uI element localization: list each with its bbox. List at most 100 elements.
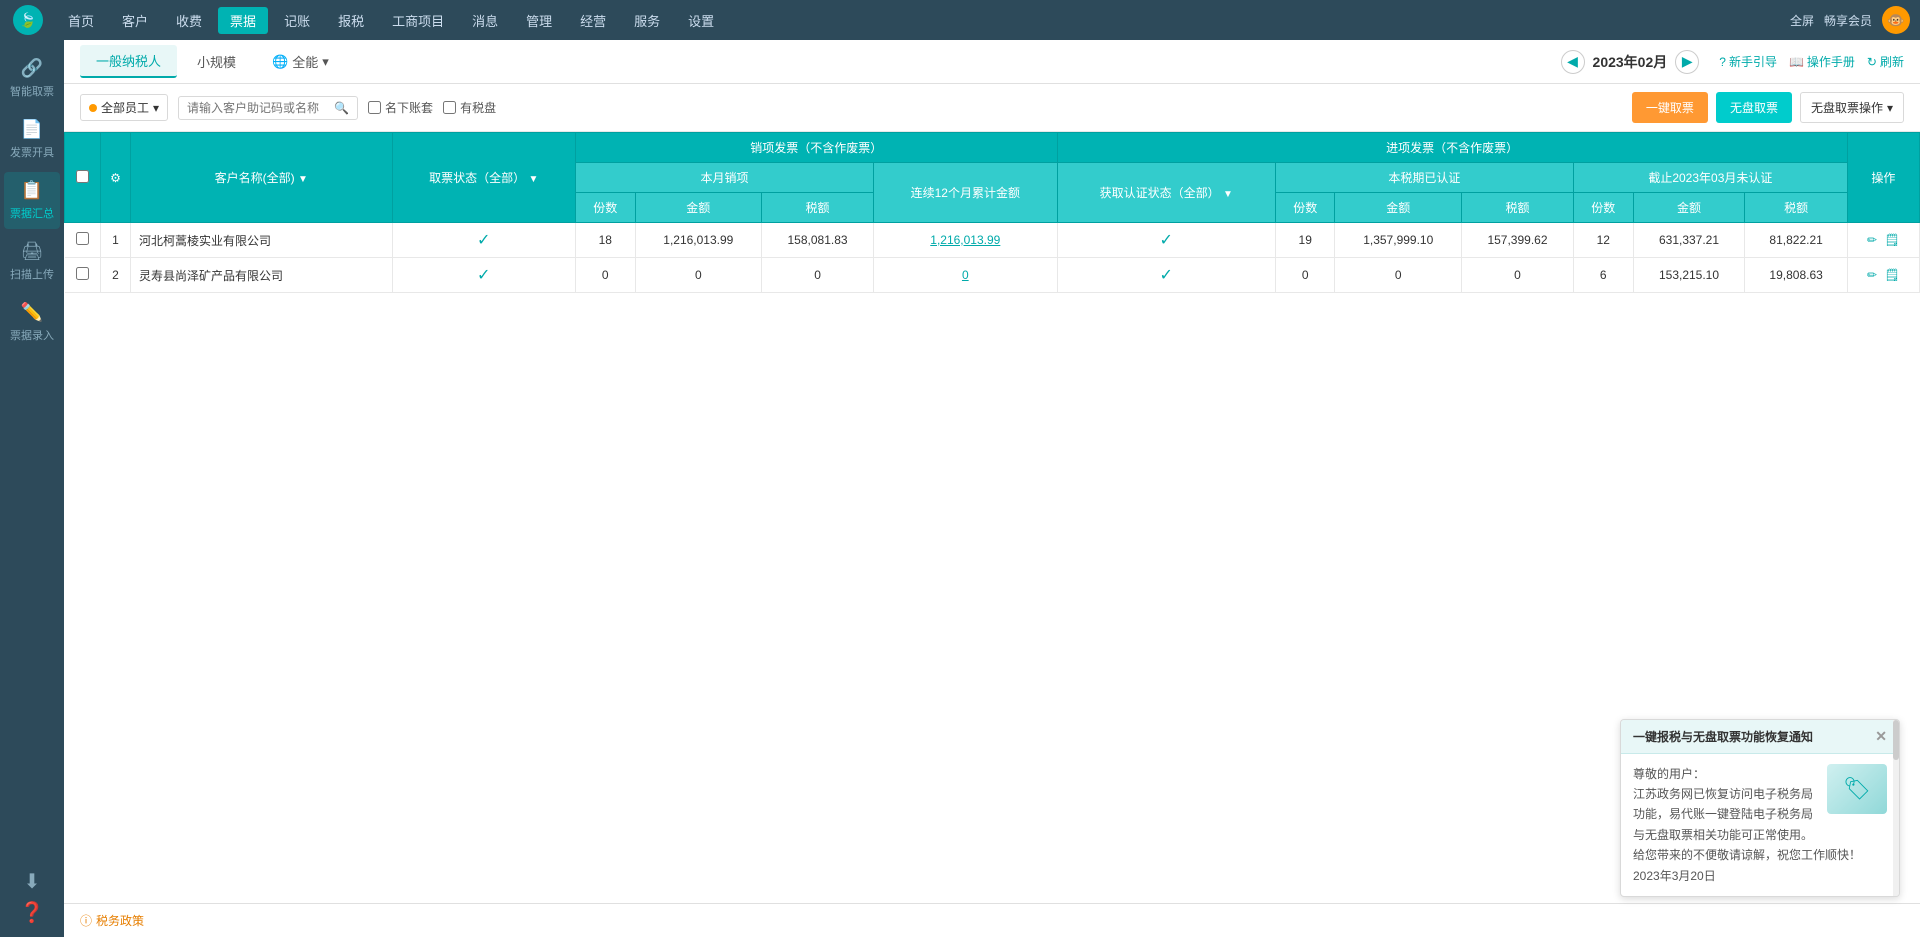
notification-scrollbar[interactable] — [1893, 720, 1899, 896]
nav-item-客户[interactable]: 客户 — [110, 7, 160, 34]
nav-item-工商项目[interactable]: 工商项目 — [380, 7, 456, 34]
download-checkbox[interactable] — [368, 101, 381, 114]
tab-all[interactable]: 🌐 全能 ▾ — [256, 46, 345, 77]
sidebar-help-icon[interactable]: ❓ — [20, 900, 45, 925]
tax-disk-checkbox[interactable] — [443, 101, 456, 114]
notification-popup: 一键报税与无盘取票功能恢复通知 ✕ 🏷 尊敬的用户：江苏政务网已恢复访问电子税务… — [1620, 719, 1900, 897]
scrollbar-thumb — [1893, 720, 1899, 760]
svg-text:🍃: 🍃 — [19, 11, 36, 29]
sidebar-item-扫描上传[interactable]: 🖨扫描上传 — [4, 233, 60, 290]
sidebar-icon: 🔗 — [21, 58, 43, 79]
th-cert-status: 获取认证状态（全部） ▼ — [1057, 163, 1275, 223]
notification-image: 🏷 — [1827, 764, 1887, 814]
notification-line: 2023年3月20日 — [1633, 866, 1887, 886]
search-icon[interactable]: 🔍 — [334, 101, 349, 115]
status-icon: ✓ — [477, 232, 490, 249]
tax-disk-filter[interactable]: 有税盘 — [443, 99, 496, 116]
manual-btn[interactable]: 📖 操作手册 — [1789, 53, 1855, 70]
download-filter[interactable]: 名下账套 — [368, 99, 433, 116]
row-cert-status: ✓ — [1057, 258, 1275, 293]
row-num: 1 — [101, 223, 131, 258]
app-logo: 🍃 — [10, 2, 46, 38]
nav-item-首页[interactable]: 首页 — [56, 7, 106, 34]
th-sales-pieces: 份数 — [575, 193, 635, 223]
sidebar-download-icon[interactable]: ⬇ — [24, 869, 41, 894]
tax-policy-label[interactable]: 税务政策 — [96, 912, 144, 929]
nav-item-记账[interactable]: 记账 — [272, 7, 322, 34]
th-uncert-amount: 金额 — [1633, 193, 1745, 223]
th-checkbox — [65, 133, 101, 223]
nav-item-经营[interactable]: 经营 — [568, 7, 618, 34]
nav-item-设置[interactable]: 设置 — [676, 7, 726, 34]
toolbar-right: 一键取票 无盘取票 无盘取票操作 ▾ — [1632, 92, 1904, 123]
th-month-sales: 本月销项 — [575, 163, 873, 193]
row-checkbox[interactable] — [76, 232, 89, 245]
user-avatar[interactable]: 🐵 — [1882, 6, 1910, 34]
search-input[interactable] — [187, 101, 330, 115]
tax-policy-icon: ⓘ — [80, 912, 92, 929]
row-pur-tax: 157,399.62 — [1462, 223, 1574, 258]
notification-title: 一键报税与无盘取票功能恢复通知 — [1633, 728, 1813, 745]
tab-actions: ? 新手引导 📖 操作手册 ↻ 刷新 — [1719, 53, 1904, 70]
consec-link[interactable]: 1,216,013.99 — [930, 233, 1000, 247]
th-settings: ⚙ — [101, 133, 131, 223]
row-checkbox[interactable] — [76, 267, 89, 280]
row-num: 2 — [101, 258, 131, 293]
one-click-btn[interactable]: 一键取票 — [1632, 92, 1708, 123]
no-disk-op-btn[interactable]: 无盘取票操作 ▾ — [1800, 92, 1904, 123]
refresh-btn[interactable]: ↻ 刷新 — [1867, 53, 1904, 70]
notification-body: 🏷 尊敬的用户：江苏政务网已恢复访问电子税务局功能，易代账一键登陆电子税务局与无… — [1621, 754, 1899, 896]
consec-link[interactable]: 0 — [962, 268, 969, 282]
view-btn[interactable]: 🗒 — [1884, 268, 1899, 282]
new-guide-btn[interactable]: ? 新手引导 — [1719, 53, 1777, 70]
notification-line: 给您带来的不便敬请谅解，祝您工作顺快！ — [1633, 845, 1887, 865]
member-btn[interactable]: 畅享会员 — [1824, 12, 1872, 29]
period-nav: ◀ 2023年02月 ▶ — [1561, 50, 1700, 74]
row-status: ✓ — [392, 223, 575, 258]
sidebar-item-票据录入[interactable]: ✏️票据录入 — [4, 294, 60, 351]
footer-bar: ⓘ 税务政策 — [64, 903, 1920, 937]
table-row: 1 河北柯蒿棱实业有限公司 ✓ 18 1,216,013.99 158,081.… — [65, 223, 1920, 258]
employee-filter[interactable]: 全部员工 ▾ — [80, 94, 168, 121]
th-uncert-tax: 税额 — [1745, 193, 1847, 223]
row-sales-amount: 0 — [635, 258, 762, 293]
tab-general-taxpayer[interactable]: 一般纳税人 — [80, 45, 177, 78]
no-disk-btn[interactable]: 无盘取票 — [1716, 92, 1792, 123]
tab-small-scale[interactable]: 小规模 — [181, 46, 252, 77]
fullscreen-btn[interactable]: 全屏 — [1790, 12, 1814, 29]
th-pur-tax: 税额 — [1462, 193, 1574, 223]
row-ops: ✏ 🗒 — [1847, 258, 1919, 293]
tab-dropdown-icon: ▾ — [322, 54, 329, 70]
sidebar-item-智能取票[interactable]: 🔗智能取票 — [4, 50, 60, 107]
view-btn[interactable]: 🗒 — [1884, 233, 1899, 247]
nav-item-服务[interactable]: 服务 — [622, 7, 672, 34]
row-pur-pieces: 0 — [1275, 258, 1335, 293]
nav-item-报税[interactable]: 报税 — [326, 7, 376, 34]
period-next-btn[interactable]: ▶ — [1675, 50, 1699, 74]
th-purchase-header: 进项发票（不含作废票） — [1057, 133, 1847, 163]
cert-status-icon: ✓ — [1160, 232, 1173, 249]
tab-small-label: 小规模 — [197, 52, 236, 71]
nav-item-收费[interactable]: 收费 — [164, 7, 214, 34]
edit-btn[interactable]: ✏ — [1867, 268, 1877, 282]
sidebar-icon: 📋 — [21, 180, 43, 201]
sidebar-item-票据汇总[interactable]: 📋票据汇总 — [4, 172, 60, 229]
row-pur-amount: 1,357,999.10 — [1335, 223, 1462, 258]
row-uncert-pieces: 6 — [1573, 258, 1633, 293]
period-prev-btn[interactable]: ◀ — [1561, 50, 1585, 74]
notification-close-btn[interactable]: ✕ — [1875, 728, 1887, 745]
row-customer: 灵寿县尚泽矿产品有限公司 — [131, 258, 393, 293]
nav-item-票据[interactable]: 票据 — [218, 7, 268, 34]
row-sales-pieces: 18 — [575, 223, 635, 258]
row-pur-amount: 0 — [1335, 258, 1462, 293]
edit-btn[interactable]: ✏ — [1867, 233, 1877, 247]
sidebar-item-发票开具[interactable]: 📄发票开具 — [4, 111, 60, 168]
nav-item-消息[interactable]: 消息 — [460, 7, 510, 34]
row-checkbox-cell — [65, 258, 101, 293]
search-box: 🔍 — [178, 96, 358, 120]
select-all-checkbox[interactable] — [76, 170, 89, 183]
nav-items: 首页客户收费票据记账报税工商项目消息管理经营服务设置 — [56, 7, 1790, 34]
row-consec-12: 0 — [874, 258, 1058, 293]
th-status: 取票状态（全部） ▼ — [392, 133, 575, 223]
nav-item-管理[interactable]: 管理 — [514, 7, 564, 34]
